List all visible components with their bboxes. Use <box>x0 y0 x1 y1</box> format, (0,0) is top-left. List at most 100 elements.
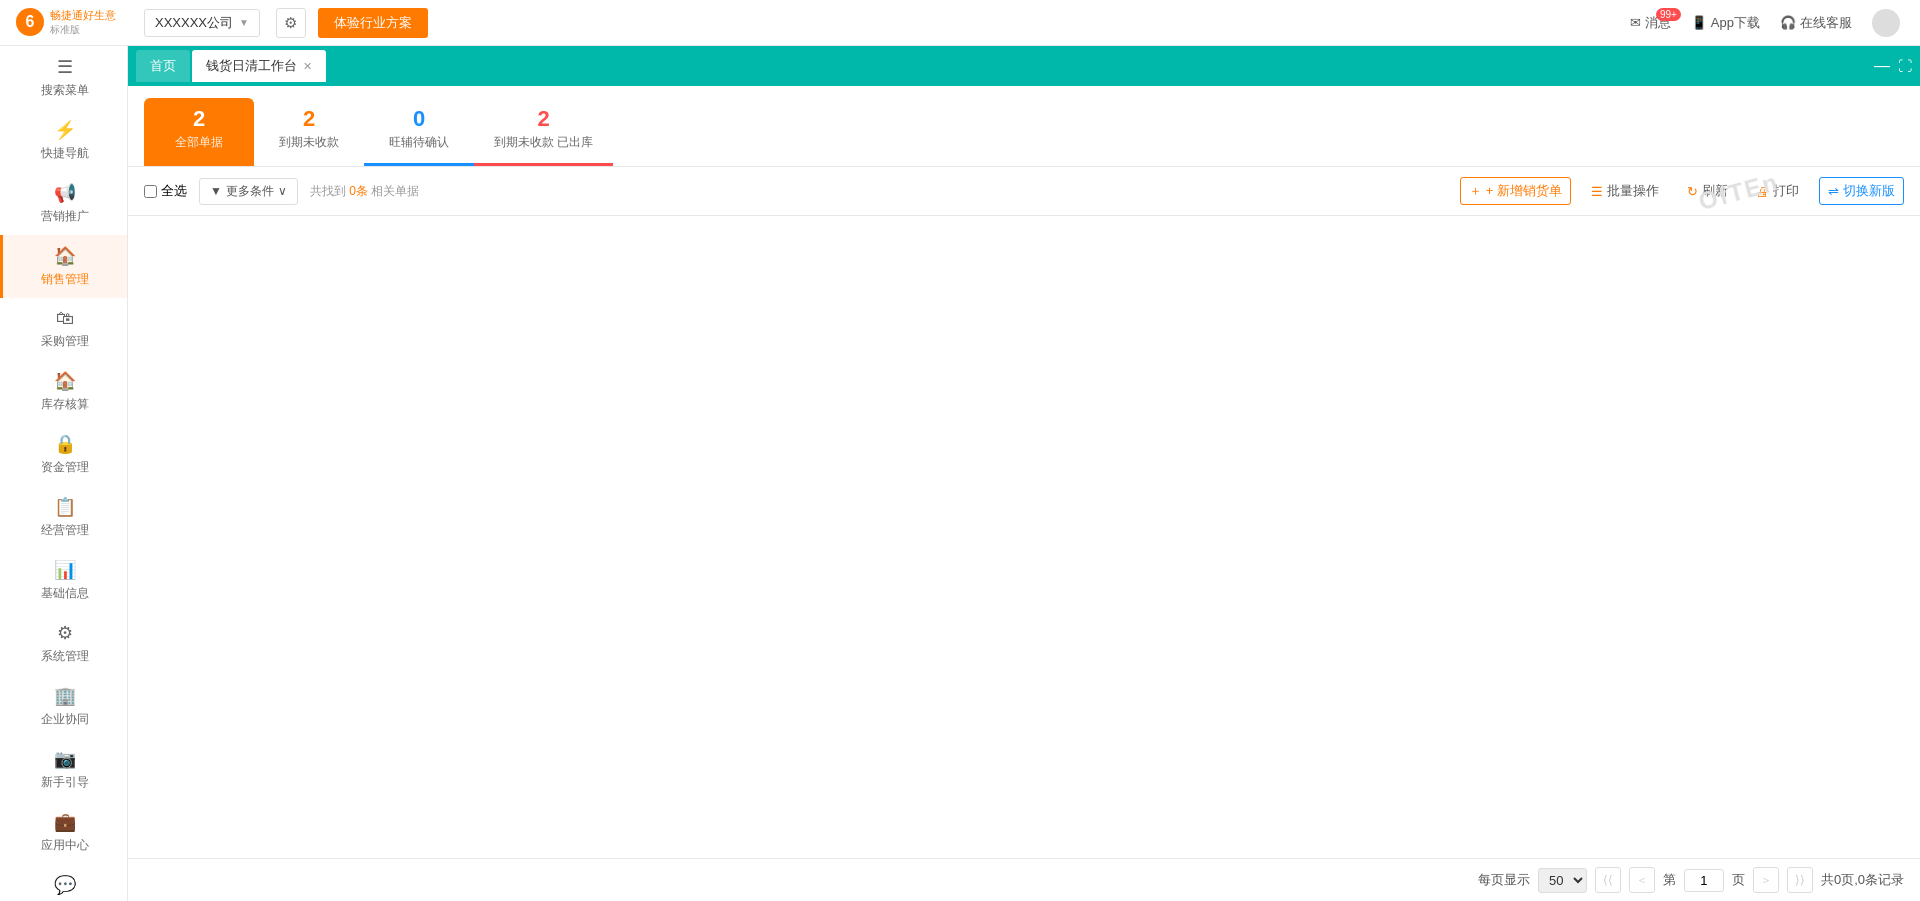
total-records: 共0页,0条记录 <box>1821 871 1904 889</box>
avatar-image <box>1872 9 1900 37</box>
batch-icon: ☰ <box>1591 184 1603 199</box>
app-center-icon: 💼 <box>54 811 76 833</box>
sidebar-item-inventory[interactable]: 🏠 库存核算 <box>0 360 127 423</box>
trial-button[interactable]: 体验行业方案 <box>318 8 428 38</box>
table-area <box>128 216 1920 858</box>
message-badge: 99+ <box>1656 8 1681 21</box>
tab-workbench[interactable]: 钱货日清工作台 ✕ <box>192 50 326 82</box>
operations-icon: 📋 <box>54 496 76 518</box>
header-right: ✉ 消息 99+ 📱 App下载 🎧 在线客服 <box>1630 9 1904 37</box>
next-page-button[interactable]: ＞ <box>1753 867 1779 893</box>
sidebar-item-wechat[interactable]: 💬 企业微信 <box>0 864 127 901</box>
mobile-icon: 📱 <box>1691 15 1707 30</box>
page-input[interactable]: 1 <box>1684 869 1724 892</box>
print-button[interactable]: 🖨 打印 <box>1748 178 1807 204</box>
nav-tabs: 首页 钱货日清工作台 ✕ — ⛶ <box>128 46 1920 86</box>
stat-shipped-label: 到期未收款 已出库 <box>494 134 593 151</box>
sidebar-item-newbie[interactable]: 📷 新手引导 <box>0 738 127 801</box>
stat-wangpu-label: 旺辅待确认 <box>384 134 454 151</box>
logo-title: 畅捷通好生意 <box>50 8 116 22</box>
stat-shipped-count: 2 <box>494 106 593 132</box>
toolbar-right: ＋ + 新增销货单 ☰ 批量操作 ↻ 刷新 🖨 打印 <box>1460 177 1904 205</box>
purchase-icon: 🛍 <box>56 308 74 329</box>
stat-all-count: 2 <box>164 106 234 132</box>
found-count: 0条 <box>349 184 368 198</box>
newbie-icon: 📷 <box>54 748 76 770</box>
quick-nav-icon: ⚡ <box>54 119 76 141</box>
company-name: XXXXXX公司 <box>155 14 233 32</box>
sidebar-item-enterprise[interactable]: 🏢 企业协同 <box>0 675 127 738</box>
last-page-button[interactable]: ⟩⟩ <box>1787 867 1813 893</box>
user-avatar[interactable] <box>1872 9 1904 37</box>
stat-tab-wangpu[interactable]: 0 旺辅待确认 <box>364 98 474 166</box>
toolbar: 全选 ▼ 更多条件 ∨ 共找到 0条 相关单据 ＋ + 新增销货单 <box>128 167 1920 216</box>
stat-overdue-label: 到期未收款 <box>274 134 344 151</box>
found-text: 共找到 0条 相关单据 <box>310 183 419 200</box>
logo-sub: 标准版 <box>50 23 116 37</box>
maximize-icon[interactable]: ⛶ <box>1898 58 1912 74</box>
sidebar-item-finance[interactable]: 🔒 资金管理 <box>0 423 127 486</box>
logo-icon: 6 <box>16 8 44 36</box>
prev-page-button[interactable]: ＜ <box>1629 867 1655 893</box>
finance-icon: 🔒 <box>54 433 76 455</box>
sidebar-item-operations[interactable]: 📋 经营管理 <box>0 486 127 549</box>
sidebar-item-app-center[interactable]: 💼 应用中心 <box>0 801 127 864</box>
stat-tab-shipped[interactable]: 2 到期未收款 已出库 <box>474 98 613 166</box>
online-service-button[interactable]: 🎧 在线客服 <box>1780 14 1852 32</box>
main-layout: ☰ 搜索菜单 ⚡ 快捷导航 📢 营销推广 🏠 销售管理 🛍 采购管理 🏠 库存核… <box>0 46 1920 901</box>
select-all-input[interactable] <box>144 185 157 198</box>
marketing-icon: 📢 <box>54 182 76 204</box>
stat-tab-overdue[interactable]: 2 到期未收款 <box>254 98 364 166</box>
switch-icon: ⇌ <box>1828 184 1839 199</box>
add-order-button[interactable]: ＋ + 新增销货单 <box>1460 177 1571 205</box>
app-download-button[interactable]: 📱 App下载 <box>1691 14 1760 32</box>
search-menu-icon: ☰ <box>57 56 73 78</box>
minimize-icon[interactable]: — <box>1874 57 1890 75</box>
enterprise-icon: 🏢 <box>54 685 76 707</box>
stat-tab-all[interactable]: 2 全部单据 <box>144 98 254 166</box>
refresh-button[interactable]: ↻ 刷新 <box>1679 178 1736 204</box>
tab-home[interactable]: 首页 <box>136 50 190 82</box>
sidebar-item-purchase[interactable]: 🛍 采购管理 <box>0 298 127 360</box>
stat-tabs: 2 全部单据 2 到期未收款 0 旺辅待确认 2 到期未收款 已出库 <box>144 98 1904 166</box>
stat-wangpu-count: 0 <box>384 106 454 132</box>
message-icon: ✉ <box>1630 15 1641 30</box>
message-button[interactable]: ✉ 消息 99+ <box>1630 14 1671 32</box>
select-all-checkbox[interactable]: 全选 <box>144 182 187 200</box>
top-header: 6 畅捷通好生意 标准版 XXXXXX公司 ▼ ⚙ 体验行业方案 ✉ 消息 99… <box>0 0 1920 46</box>
first-page-button[interactable]: ⟨⟨ <box>1595 867 1621 893</box>
stat-tabs-container: 2 全部单据 2 到期未收款 0 旺辅待确认 2 到期未收款 已出库 <box>128 86 1920 167</box>
print-icon: 🖨 <box>1756 184 1769 199</box>
stat-overdue-count: 2 <box>274 106 344 132</box>
basics-icon: 📊 <box>54 559 76 581</box>
inventory-icon: 🏠 <box>54 370 76 392</box>
wechat-icon: 💬 <box>54 874 76 896</box>
pagination-bar: 每页显示 50 ⟨⟨ ＜ 第 1 页 ＞ ⟩⟩ 共0页,0条记录 <box>128 858 1920 901</box>
tab-close-icon[interactable]: ✕ <box>303 60 312 73</box>
headset-icon: 🎧 <box>1780 15 1796 30</box>
sidebar-item-quick-nav[interactable]: ⚡ 快捷导航 <box>0 109 127 172</box>
sidebar-item-system[interactable]: ⚙ 系统管理 <box>0 612 127 675</box>
company-dropdown-icon: ▼ <box>239 17 249 28</box>
company-selector[interactable]: XXXXXX公司 ▼ <box>144 9 260 37</box>
page-content: 2 全部单据 2 到期未收款 0 旺辅待确认 2 到期未收款 已出库 <box>128 86 1920 901</box>
sidebar: ☰ 搜索菜单 ⚡ 快捷导航 📢 营销推广 🏠 销售管理 🛍 采购管理 🏠 库存核… <box>0 46 128 901</box>
logo-area: 6 畅捷通好生意 标准版 <box>16 8 144 36</box>
content-area: 首页 钱货日清工作台 ✕ — ⛶ 2 全部单据 <box>128 46 1920 901</box>
page-text: 第 <box>1663 871 1676 889</box>
header-center: ⚙ 体验行业方案 <box>276 8 428 38</box>
sidebar-item-marketing[interactable]: 📢 营销推广 <box>0 172 127 235</box>
sidebar-item-search-menu[interactable]: ☰ 搜索菜单 <box>0 46 127 109</box>
batch-operation-button[interactable]: ☰ 批量操作 <box>1583 178 1667 204</box>
refresh-icon: ↻ <box>1687 184 1698 199</box>
switch-version-button[interactable]: ⇌ 切换新版 <box>1819 177 1904 205</box>
system-icon: ⚙ <box>57 622 73 644</box>
page-text2: 页 <box>1732 871 1745 889</box>
sidebar-item-sales[interactable]: 🏠 销售管理 <box>0 235 127 298</box>
filter-dropdown-icon: ∨ <box>278 184 287 198</box>
sales-icon: 🏠 <box>54 245 76 267</box>
per-page-select[interactable]: 50 <box>1538 868 1587 893</box>
settings-button[interactable]: ⚙ <box>276 8 306 38</box>
filter-button[interactable]: ▼ 更多条件 ∨ <box>199 178 298 205</box>
sidebar-item-basics[interactable]: 📊 基础信息 <box>0 549 127 612</box>
